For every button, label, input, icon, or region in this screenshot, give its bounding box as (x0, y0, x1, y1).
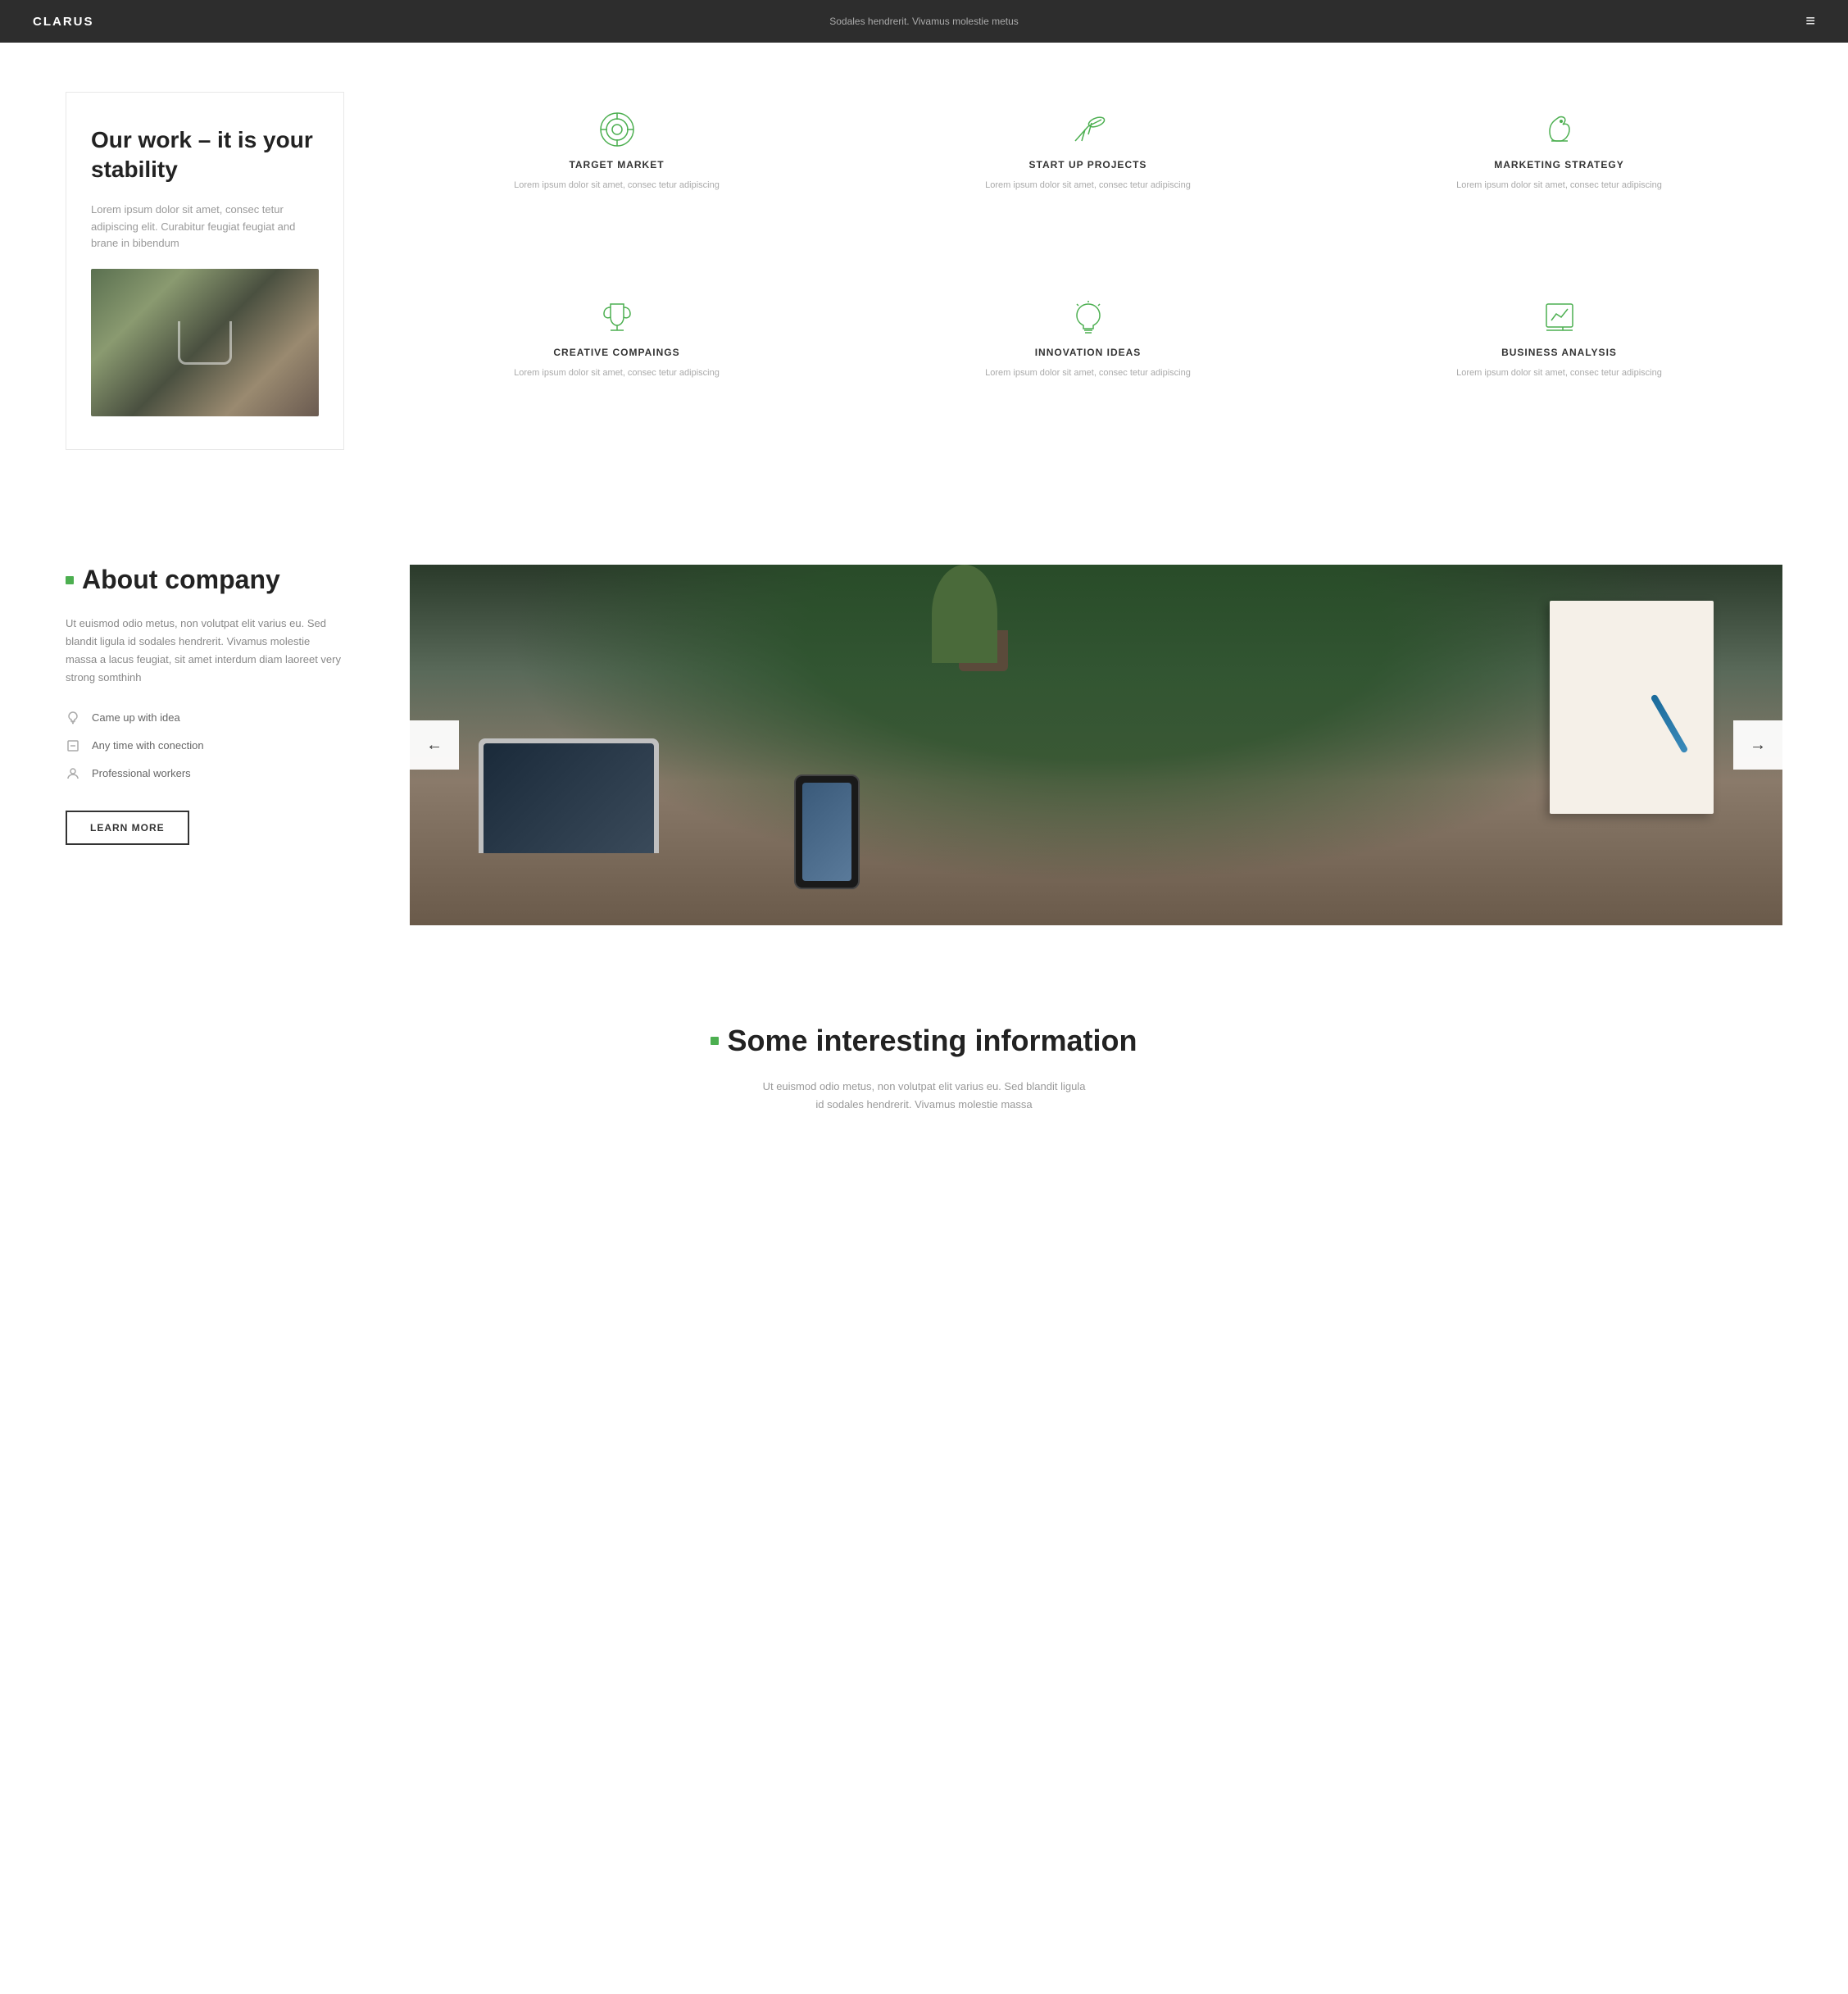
feature-business: BUSINESS ANALYSIS Lorem ipsum dolor sit … (1336, 296, 1782, 451)
feature-desc-5: Lorem ipsum dolor sit amet, consec tetur… (985, 366, 1191, 381)
bulb-icon (1067, 296, 1110, 338)
work-title: Our work – it is your stability (91, 125, 319, 185)
connection-icon (66, 738, 80, 753)
feature-startup: START UP PROJECTS Lorem ipsum dolor sit … (865, 108, 1311, 263)
work-card: Our work – it is your stability Lorem ip… (66, 92, 344, 450)
about-text: Ut euismod odio metus, non volutpat elit… (66, 615, 344, 687)
list-item-workers: Professional workers (66, 766, 344, 781)
feature-innovation: INNOVATION IDEAS Lorem ipsum dolor sit a… (865, 296, 1311, 451)
info-section: Some interesting information Ut euismod … (0, 974, 1848, 1147)
work-image (91, 269, 319, 416)
about-image-slider: ← → (410, 565, 1782, 925)
feature-target-market: TARGET MARKET Lorem ipsum dolor sit amet… (393, 108, 840, 263)
about-left-panel: About company Ut euismod odio metus, non… (66, 565, 344, 844)
feature-desc-2: Lorem ipsum dolor sit amet, consec tetur… (985, 179, 1191, 193)
telescope-icon (1067, 108, 1110, 151)
feature-desc-6: Lorem ipsum dolor sit amet, consec tetur… (1456, 366, 1662, 381)
list-item-idea: Came up with idea (66, 711, 344, 725)
plant (932, 565, 997, 663)
phone (794, 774, 860, 889)
nav-subtitle: Sodales hendrerit. Vivamus molestie metu… (829, 16, 1019, 27)
info-text: Ut euismod odio metus, non volutpat elit… (761, 1078, 1088, 1114)
about-list: Came up with idea Any time with conectio… (66, 711, 344, 781)
feature-title-4: CREATIVE COMPAINGS (553, 347, 679, 358)
list-item-idea-text: Came up with idea (92, 711, 180, 724)
feature-title-6: BUSINESS ANALYSIS (1501, 347, 1617, 358)
slider-prev-button[interactable]: ← (410, 720, 459, 770)
notebook (1550, 601, 1714, 814)
feature-creative: CREATIVE COMPAINGS Lorem ipsum dolor sit… (393, 296, 840, 451)
person-icon (66, 766, 80, 781)
chart-icon (1538, 296, 1581, 338)
work-description: Lorem ipsum dolor sit amet, consec tetur… (91, 202, 319, 252)
features-grid: TARGET MARKET Lorem ipsum dolor sit amet… (393, 92, 1782, 450)
target-icon (596, 108, 638, 151)
nav-logo: CLARUS (33, 15, 94, 29)
trophy-icon (596, 296, 638, 338)
about-section: About company Ut euismod odio metus, non… (0, 516, 1848, 974)
list-item-workers-text: Professional workers (92, 767, 191, 779)
feature-desc-3: Lorem ipsum dolor sit amet, consec tetur… (1456, 179, 1662, 193)
feature-marketing: MARKETING STRATEGY Lorem ipsum dolor sit… (1336, 108, 1782, 263)
laptop-screen (484, 743, 654, 853)
list-item-connection: Any time with conection (66, 738, 344, 753)
feature-title-5: INNOVATION IDEAS (1035, 347, 1142, 358)
list-item-connection-text: Any time with conection (92, 739, 204, 752)
about-heading: About company (66, 565, 344, 595)
work-image-placeholder (91, 269, 319, 416)
laptop (479, 738, 659, 853)
info-heading: Some interesting information (66, 1024, 1782, 1058)
feature-desc-1: Lorem ipsum dolor sit amet, consec tetur… (514, 179, 720, 193)
learn-more-button[interactable]: LEARN MORE (66, 811, 189, 845)
hamburger-icon[interactable]: ≡ (1805, 12, 1815, 31)
feature-title-3: MARKETING STRATEGY (1494, 159, 1623, 170)
navbar: CLARUS Sodales hendrerit. Vivamus molest… (0, 0, 1848, 43)
feature-title-1: TARGET MARKET (569, 159, 664, 170)
work-section: Our work – it is your stability Lorem ip… (0, 43, 1848, 516)
heading-dot (66, 576, 74, 584)
feature-title-2: START UP PROJECTS (1029, 159, 1147, 170)
chess-horse-icon (1538, 108, 1581, 151)
slider-next-button[interactable]: → (1733, 720, 1782, 770)
lightbulb-icon (66, 711, 80, 725)
feature-desc-4: Lorem ipsum dolor sit amet, consec tetur… (514, 366, 720, 381)
info-heading-dot (711, 1037, 719, 1045)
